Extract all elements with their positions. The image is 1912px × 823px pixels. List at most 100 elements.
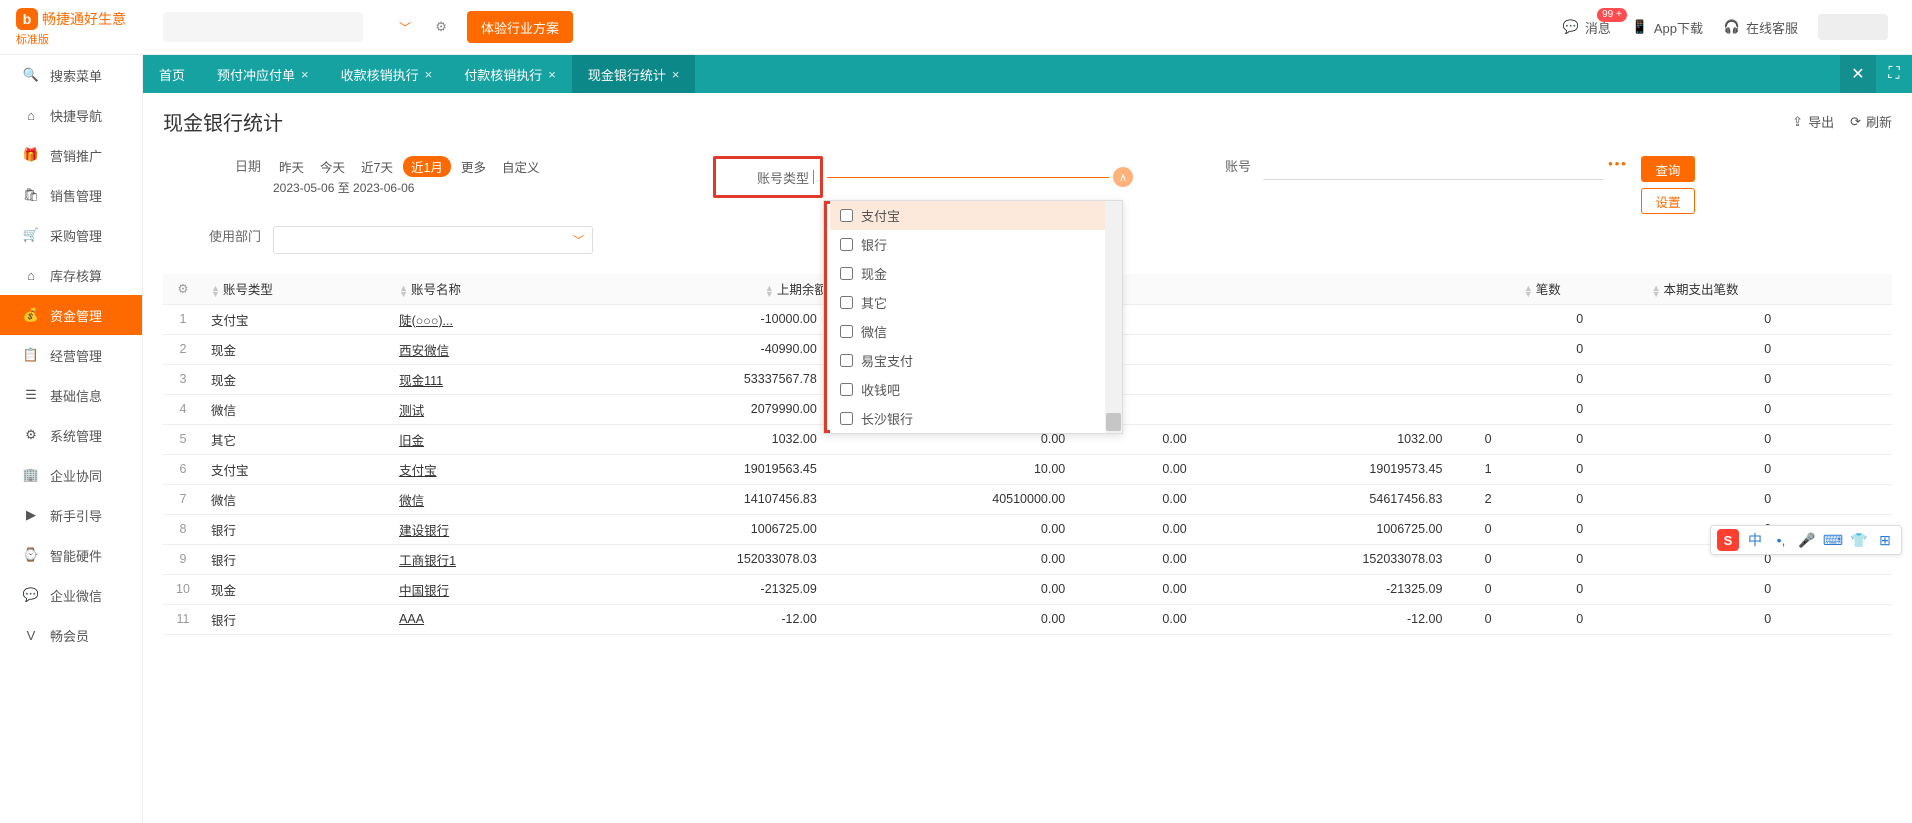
col-gear[interactable]: ⚙: [163, 274, 203, 304]
messages-button[interactable]: 💬 消息: [1562, 18, 1611, 37]
option-checkbox[interactable]: [840, 354, 853, 367]
fullscreen-button[interactable]: ⛶: [1876, 55, 1912, 93]
ime-punct-icon[interactable]: •,: [1771, 530, 1791, 550]
dept-select[interactable]: ﹀: [273, 226, 593, 254]
sidebar-icon: V: [22, 626, 40, 644]
sidebar-item-1[interactable]: ⌂快捷导航: [0, 95, 142, 135]
sidebar-item-7[interactable]: 📋经营管理: [0, 335, 142, 375]
date-pill-5[interactable]: 自定义: [496, 156, 546, 177]
sort-icon[interactable]: ▲▼: [1652, 285, 1661, 297]
sidebar-item-8[interactable]: ☰基础信息: [0, 375, 142, 415]
dropdown-option[interactable]: 银行: [830, 230, 1105, 259]
cell-name[interactable]: 现金111: [391, 364, 579, 394]
dropdown-option[interactable]: 现金: [830, 259, 1105, 288]
user-avatar[interactable]: [1818, 14, 1888, 40]
option-checkbox[interactable]: [840, 412, 853, 425]
dropdown-option[interactable]: 支付宝: [830, 201, 1105, 230]
ime-toolbar[interactable]: S 中 •, 🎤 ⌨ 👕 ⊞: [1710, 525, 1902, 555]
gear-icon[interactable]: ⚙: [427, 13, 455, 41]
sort-icon[interactable]: ▲▼: [399, 285, 408, 297]
col-header[interactable]: ▲▼账号类型: [203, 274, 391, 304]
export-button[interactable]: ⇪ 导出: [1792, 112, 1834, 131]
tab-close-icon[interactable]: ×: [672, 67, 680, 82]
sidebar-item-11[interactable]: ▶新手引导: [0, 495, 142, 535]
account-type-collapse-icon[interactable]: ∧: [1113, 167, 1133, 187]
cell-name[interactable]: AAA: [391, 604, 579, 634]
refresh-label: 刷新: [1866, 112, 1892, 131]
cell-name[interactable]: 中国银行: [391, 574, 579, 604]
ime-toolbox-icon[interactable]: ⊞: [1875, 530, 1895, 550]
dropdown-option[interactable]: 长沙银行: [830, 404, 1105, 433]
tab-4[interactable]: 现金银行统计×: [572, 55, 696, 93]
sidebar-item-4[interactable]: 🛒采购管理: [0, 215, 142, 255]
cell-name[interactable]: 旧金: [391, 424, 579, 454]
sidebar-item-9[interactable]: ⚙系统管理: [0, 415, 142, 455]
scrollbar-thumb[interactable]: [1106, 413, 1121, 431]
tab-close-icon[interactable]: ×: [548, 67, 556, 82]
col-header[interactable]: ▲▼本期支出笔数: [1644, 274, 1892, 304]
col-header[interactable]: ▲▼上期余额: [579, 274, 835, 304]
date-pill-2[interactable]: 近7天: [355, 156, 399, 177]
account-input[interactable]: [1263, 156, 1603, 180]
col-header[interactable]: ▲▼账号名称: [391, 274, 579, 304]
cell-name[interactable]: 测试: [391, 394, 579, 424]
query-button[interactable]: 查询: [1641, 156, 1695, 182]
dropdown-option[interactable]: 易宝支付: [830, 346, 1105, 375]
cell-name[interactable]: 陡(○○○)...: [391, 304, 579, 334]
cell-name[interactable]: 支付宝: [391, 454, 579, 484]
date-pill-4[interactable]: 更多: [455, 156, 492, 177]
settings-button[interactable]: 设置: [1641, 188, 1695, 214]
col-header[interactable]: [1460, 274, 1515, 304]
ime-lang-toggle[interactable]: 中: [1745, 530, 1765, 550]
app-download-button[interactable]: 📱 App下载: [1631, 18, 1703, 37]
account-type-filter[interactable]: 账号类型: [713, 156, 823, 198]
support-button[interactable]: 🎧 在线客服: [1723, 18, 1798, 37]
sidebar-item-5[interactable]: ⌂库存核算: [0, 255, 142, 295]
option-checkbox[interactable]: [840, 209, 853, 222]
date-pill-0[interactable]: 昨天: [273, 156, 310, 177]
dropdown-scrollbar[interactable]: [1105, 201, 1122, 433]
tab-0[interactable]: 首页: [143, 55, 201, 93]
sidebar-item-12[interactable]: ⌚智能硬件: [0, 535, 142, 575]
industry-plan-button[interactable]: 体验行业方案: [467, 11, 573, 43]
option-checkbox[interactable]: [840, 238, 853, 251]
ime-mic-icon[interactable]: 🎤: [1797, 530, 1817, 550]
dropdown-option[interactable]: 其它: [830, 288, 1105, 317]
sidebar-item-14[interactable]: V畅会员: [0, 615, 142, 655]
tab-3[interactable]: 付款核销执行×: [448, 55, 572, 93]
sidebar-item-10[interactable]: 🏢企业协同: [0, 455, 142, 495]
org-select[interactable]: [163, 12, 363, 42]
sidebar-item-6[interactable]: 💰资金管理: [0, 295, 142, 335]
ime-skin-icon[interactable]: 👕: [1849, 530, 1869, 550]
refresh-button[interactable]: ⟳ 刷新: [1850, 112, 1892, 131]
more-filters-button[interactable]: •••: [1600, 156, 1636, 171]
tab-close-all-button[interactable]: ✕: [1840, 55, 1876, 93]
sort-icon[interactable]: ▲▼: [1524, 285, 1533, 297]
tab-close-icon[interactable]: ×: [301, 67, 309, 82]
option-checkbox[interactable]: [840, 383, 853, 396]
option-checkbox[interactable]: [840, 267, 853, 280]
cell-name[interactable]: 工商银行1: [391, 544, 579, 574]
sidebar-item-3[interactable]: 🛍销售管理: [0, 175, 142, 215]
sort-icon[interactable]: ▲▼: [211, 285, 220, 297]
dropdown-option[interactable]: 收钱吧: [830, 375, 1105, 404]
col-header[interactable]: [1205, 274, 1461, 304]
tab-1[interactable]: 预付冲应付单×: [201, 55, 325, 93]
date-pill-1[interactable]: 今天: [314, 156, 351, 177]
option-checkbox[interactable]: [840, 325, 853, 338]
date-pill-3[interactable]: 近1月: [403, 156, 451, 177]
tab-2[interactable]: 收款核销执行×: [325, 55, 449, 93]
tab-close-icon[interactable]: ×: [425, 67, 433, 82]
option-checkbox[interactable]: [840, 296, 853, 309]
cell-name[interactable]: 西安微信: [391, 334, 579, 364]
cell-name[interactable]: 建设银行: [391, 514, 579, 544]
sort-icon[interactable]: ▲▼: [765, 285, 774, 297]
org-caret-icon[interactable]: ﹀: [399, 19, 411, 36]
dropdown-option[interactable]: 微信: [830, 317, 1105, 346]
ime-keyboard-icon[interactable]: ⌨: [1823, 530, 1843, 550]
col-header[interactable]: ▲▼笔数: [1516, 274, 1644, 304]
cell-name[interactable]: 微信: [391, 484, 579, 514]
sidebar-item-0[interactable]: 🔍搜索菜单: [0, 55, 142, 95]
sidebar-item-13[interactable]: 💬企业微信: [0, 575, 142, 615]
sidebar-item-2[interactable]: 🎁营销推广: [0, 135, 142, 175]
